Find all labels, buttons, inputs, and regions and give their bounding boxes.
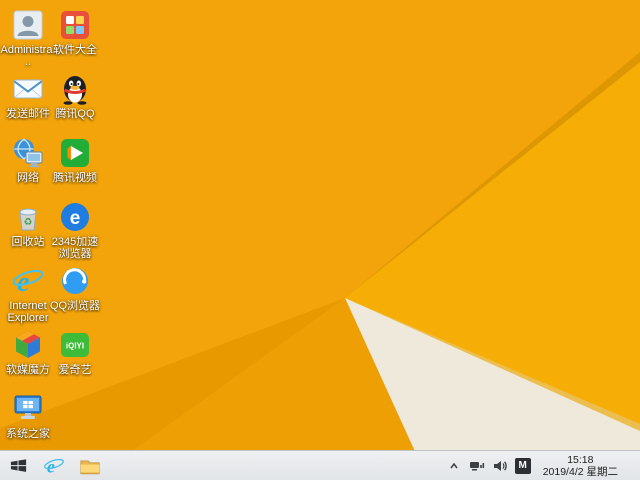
desktop-icon-label: 2345加速浏览器 xyxy=(51,236,99,260)
desktop-icon-label: 系统之家 xyxy=(6,428,50,440)
system-tray: M 15:18 2019/4/2 星期二 xyxy=(446,451,640,480)
start-button[interactable] xyxy=(0,451,36,480)
desktop-icon-2345-browser[interactable]: e 2345加速浏览器 xyxy=(47,200,103,260)
mail-icon xyxy=(11,72,45,106)
desktop-icon-qq-browser[interactable]: QQ浏览器 xyxy=(47,264,103,312)
network-tray-icon[interactable] xyxy=(469,458,485,474)
system-monitor-icon xyxy=(11,392,45,426)
svg-text:iQIYI: iQIYI xyxy=(66,342,84,351)
chevron-up-icon xyxy=(450,462,458,468)
iqiyi-icon: iQIYI xyxy=(58,328,92,362)
hidden-icons-chevron[interactable] xyxy=(446,458,462,474)
svg-text:♻: ♻ xyxy=(24,217,33,228)
user-icon xyxy=(11,8,45,42)
desktop-icon-xitongzhijia[interactable]: 系统之家 xyxy=(0,392,56,440)
desktop-icon-label: 爱奇艺 xyxy=(58,364,92,376)
taskbar-clock[interactable]: 15:18 2019/4/2 星期二 xyxy=(538,454,623,478)
browser-2345-icon: e xyxy=(58,200,92,234)
desktop-icon-label: 腾讯QQ xyxy=(55,108,95,120)
color-cube-icon xyxy=(11,328,45,362)
network-icon xyxy=(469,461,484,470)
svg-text:e: e xyxy=(70,208,81,229)
network-icon xyxy=(11,136,45,170)
desktop-icon-label: 腾讯视频 xyxy=(53,172,97,184)
desktop-icon-iqiyi[interactable]: iQIYI 爱奇艺 xyxy=(47,328,103,376)
desktop-icon-tencent-qq[interactable]: 腾讯QQ xyxy=(47,72,103,120)
folder-icon xyxy=(80,460,100,474)
internet-explorer-icon: e xyxy=(44,456,64,476)
svg-text:e: e xyxy=(47,456,55,476)
recycle-bin-icon: ♻ xyxy=(11,200,45,234)
clock-time: 15:18 xyxy=(567,453,594,466)
ime-indicator[interactable]: M xyxy=(514,457,531,474)
clock-date: 2019/4/2 星期二 xyxy=(542,465,618,478)
software-grid-icon xyxy=(58,8,92,42)
windows-logo-icon xyxy=(10,459,26,472)
desktop-icon-software-center[interactable]: 软件大全 xyxy=(47,8,103,56)
taskbar: e M 15:18 2019/4/2 星期二 xyxy=(0,450,640,480)
qq-browser-icon xyxy=(58,264,92,298)
taskbar-file-explorer-button[interactable] xyxy=(72,451,108,480)
internet-explorer-icon: e xyxy=(11,264,45,298)
tencent-video-icon xyxy=(58,136,92,170)
desktop-icon-tencent-video[interactable]: 腾讯视频 xyxy=(47,136,103,184)
desktop-icon-label: QQ浏览器 xyxy=(49,300,101,312)
qq-penguin-icon xyxy=(58,72,92,106)
desktop-icon-label: 软件大全 xyxy=(53,44,97,56)
speaker-icon xyxy=(493,460,507,471)
volume-tray-icon[interactable] xyxy=(492,458,508,474)
taskbar-internet-explorer-button[interactable]: e xyxy=(36,451,72,480)
